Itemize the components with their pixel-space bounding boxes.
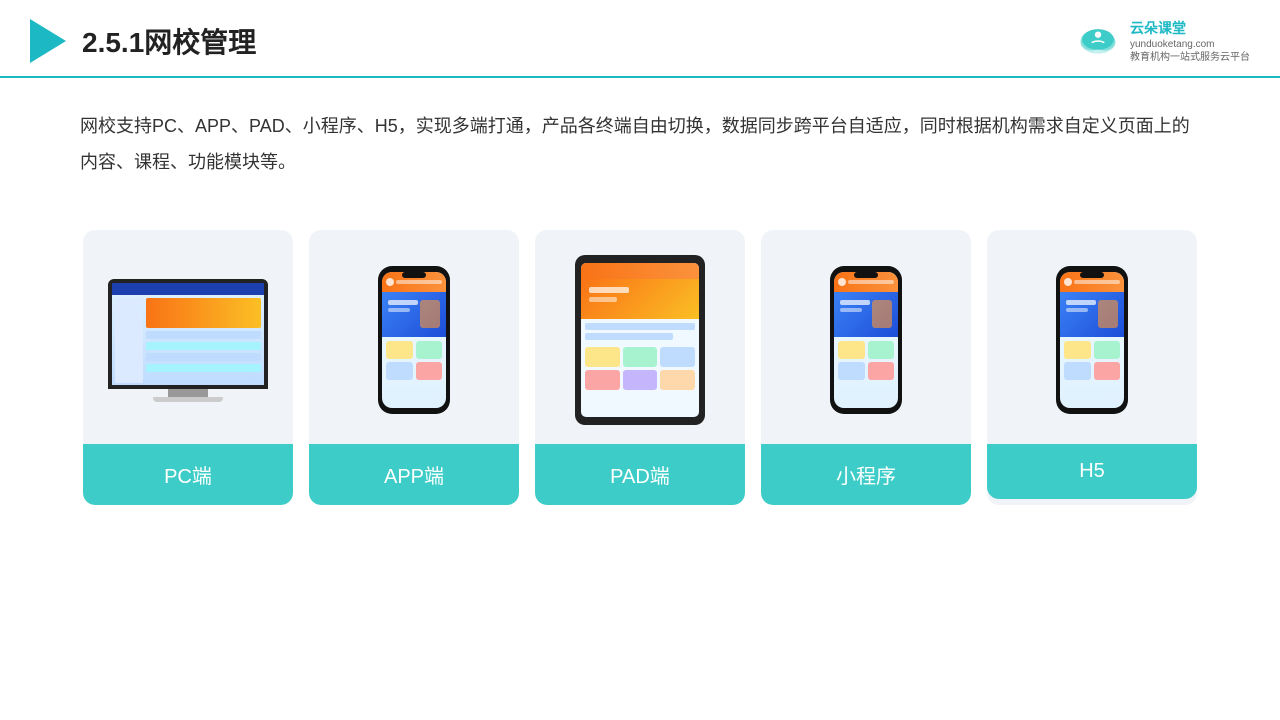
pc-mockup: [108, 279, 268, 402]
phone-screen-h5: [1060, 272, 1124, 408]
card-pad: PAD端: [535, 230, 745, 505]
cards-container: PC端: [0, 200, 1280, 525]
h5-mockup: [1056, 266, 1128, 414]
header-left: 2.5.1网校管理: [30, 19, 256, 63]
description-text: 网校支持PC、APP、PAD、小程序、H5，实现多端打通，产品各终端自由切换，数…: [80, 108, 1200, 180]
phone-outer-h5: [1056, 266, 1128, 414]
header: 2.5.1网校管理 云朵课堂 yunduoketang.com 教育机构一站式服…: [0, 0, 1280, 78]
logo-text: 云朵课堂 yunduoketang.com 教育机构一站式服务云平台: [1130, 18, 1250, 64]
app-mockup: [378, 266, 450, 414]
logo-svg: [1074, 22, 1122, 60]
logo-domain: yunduoketang.com: [1130, 38, 1250, 51]
card-label-miniprogram: 小程序: [761, 444, 971, 505]
card-label-h5: H5: [987, 444, 1197, 499]
logo-name: 云朵课堂: [1130, 18, 1250, 38]
card-label-app: APP端: [309, 444, 519, 505]
logo-area: 云朵课堂 yunduoketang.com 教育机构一站式服务云平台: [1074, 18, 1250, 64]
pc-image: [93, 250, 283, 430]
pad-image: [545, 250, 735, 430]
play-icon: [30, 19, 66, 63]
pc-screen-content: [112, 283, 264, 385]
tablet-screen: [581, 263, 699, 417]
card-label-pc: PC端: [83, 444, 293, 505]
miniprogram-mockup: [830, 266, 902, 414]
app-image: [319, 250, 509, 430]
phone-screen-app: [382, 272, 446, 408]
phone-screen-mini: [834, 272, 898, 408]
page-title: 2.5.1网校管理: [82, 21, 256, 61]
miniprogram-image: [771, 250, 961, 430]
card-h5: H5: [987, 230, 1197, 505]
tablet-outer: [575, 255, 705, 425]
card-label-pad: PAD端: [535, 444, 745, 505]
h5-image: [997, 250, 1187, 430]
logo-slogan: 教育机构一站式服务云平台: [1130, 51, 1250, 64]
tablet-mockup: [575, 255, 705, 425]
phone-outer-mini: [830, 266, 902, 414]
description: 网校支持PC、APP、PAD、小程序、H5，实现多端打通，产品各终端自由切换，数…: [0, 78, 1280, 190]
card-pc: PC端: [83, 230, 293, 505]
card-app: APP端: [309, 230, 519, 505]
card-miniprogram: 小程序: [761, 230, 971, 505]
pc-screen-outer: [108, 279, 268, 389]
phone-outer-app: [378, 266, 450, 414]
